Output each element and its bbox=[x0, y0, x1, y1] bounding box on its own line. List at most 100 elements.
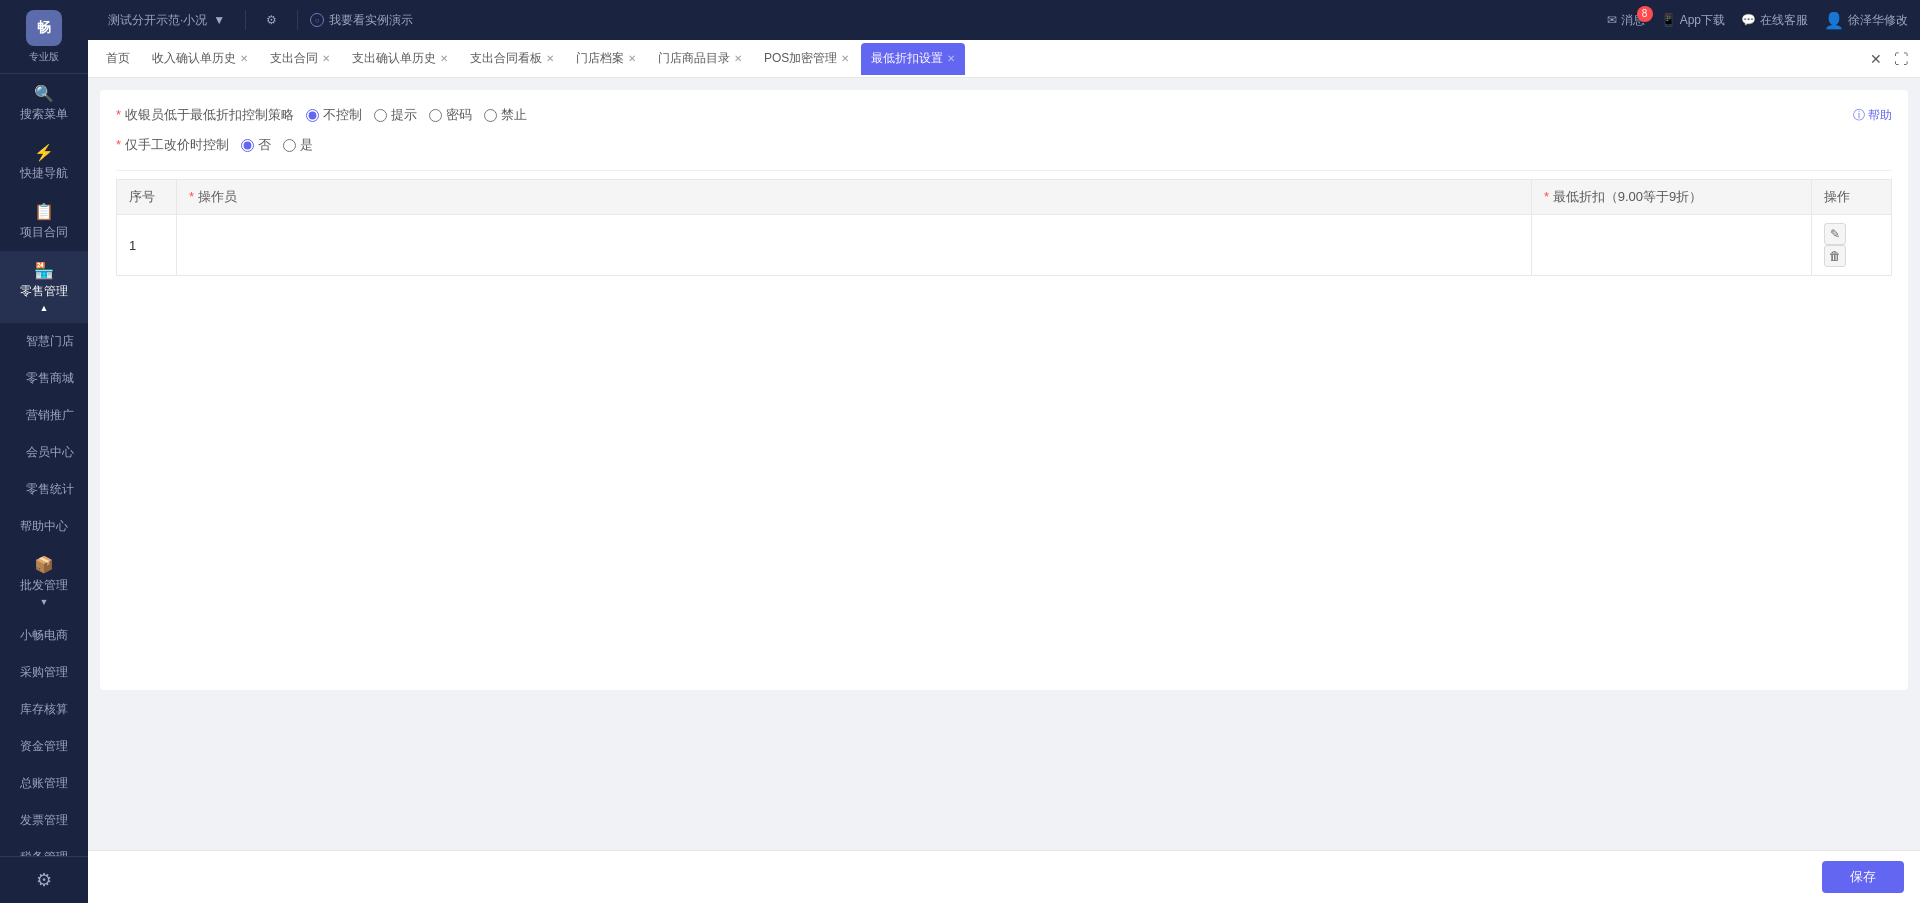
tab-close-icon[interactable]: ✕ bbox=[322, 53, 330, 64]
tab-close-icon[interactable]: ✕ bbox=[628, 53, 636, 64]
table-cell-operator bbox=[177, 215, 1532, 276]
tab-min-discount[interactable]: 最低折扣设置 ✕ bbox=[861, 43, 965, 75]
online-service-icon: 💬 bbox=[1741, 13, 1756, 27]
sidebar-item-marketing[interactable]: 营销推广 bbox=[0, 397, 88, 434]
manual-price-no[interactable]: 否 bbox=[241, 136, 271, 154]
sidebar-item-account-mgmt[interactable]: 总账管理 bbox=[0, 765, 88, 802]
manual-price-yes-label: 是 bbox=[300, 136, 313, 154]
sidebar-item-label: 零售统计 bbox=[26, 481, 74, 498]
settings-button[interactable]: ⚙ bbox=[258, 9, 285, 31]
section-divider bbox=[116, 170, 1892, 171]
tab-close-icon[interactable]: ✕ bbox=[440, 53, 448, 64]
strategy-forbid-radio[interactable] bbox=[484, 109, 497, 122]
sidebar-item-help-center[interactable]: 帮助中心 bbox=[0, 508, 88, 545]
sidebar-item-quick-nav[interactable]: ⚡ 快捷导航 bbox=[0, 133, 88, 192]
tab-income-confirm[interactable]: 收入确认单历史 ✕ bbox=[142, 43, 258, 75]
sidebar-item-label: 会员中心 bbox=[26, 444, 74, 461]
strategy-no-control-radio[interactable] bbox=[306, 109, 319, 122]
strategy-no-control[interactable]: 不控制 bbox=[306, 106, 362, 124]
strategy-password[interactable]: 密码 bbox=[429, 106, 472, 124]
logo-text: 专业版 bbox=[29, 50, 59, 63]
manual-price-yes[interactable]: 是 bbox=[283, 136, 313, 154]
sidebar-item-retail-stats[interactable]: 零售统计 bbox=[0, 471, 88, 508]
form-section: 收银员低于最低折扣控制策略 不控制 提示 密码 bbox=[116, 106, 1892, 154]
row-delete-button[interactable]: 🗑 bbox=[1824, 245, 1846, 267]
tab-payment-confirm[interactable]: 支出确认单历史 ✕ bbox=[342, 43, 458, 75]
sidebar-item-inventory[interactable]: 库存核算 bbox=[0, 691, 88, 728]
save-button[interactable]: 保存 bbox=[1822, 861, 1904, 893]
sidebar-item-label: 零售管理 bbox=[20, 283, 68, 300]
sidebar-item-label: 批发管理 bbox=[20, 577, 68, 594]
sidebar-item-label: 快捷导航 bbox=[20, 165, 68, 182]
strategy-prompt-label: 提示 bbox=[391, 106, 417, 124]
app-download-icon: 📱 bbox=[1661, 13, 1676, 27]
tab-close-icon[interactable]: ✕ bbox=[546, 53, 554, 64]
sidebar-item-retail-mgmt[interactable]: 🏪 零售管理 ▲ bbox=[0, 251, 88, 323]
expand-icon: ▼ bbox=[40, 597, 49, 607]
tab-label: 收入确认单历史 bbox=[152, 50, 236, 67]
sidebar-item-search-menu[interactable]: 🔍 搜索菜单 bbox=[0, 74, 88, 133]
topbar: 测试分开示范·小况 ▼ ⚙ ○ 我要看实例演示 ✉ 消息 8 📱 App下载 bbox=[88, 0, 1920, 40]
help-link[interactable]: ⓘ 帮助 bbox=[1853, 107, 1892, 124]
col-seq-header: 序号 bbox=[117, 180, 177, 215]
tab-close-icon[interactable]: ✕ bbox=[841, 53, 849, 64]
tab-label: 支出合同 bbox=[270, 50, 318, 67]
strategy-no-control-label: 不控制 bbox=[323, 106, 362, 124]
strategy-row: 收银员低于最低折扣控制策略 不控制 提示 密码 bbox=[116, 106, 1892, 124]
tab-home[interactable]: 首页 bbox=[96, 43, 140, 75]
strategy-forbid[interactable]: 禁止 bbox=[484, 106, 527, 124]
project-name: 测试分开示范·小况 bbox=[108, 12, 207, 29]
tab-pos-password[interactable]: POS加密管理 ✕ bbox=[754, 43, 859, 75]
sidebar-item-label: 营销推广 bbox=[26, 407, 74, 424]
strategy-prompt[interactable]: 提示 bbox=[374, 106, 417, 124]
demo-button[interactable]: ○ 我要看实例演示 bbox=[310, 12, 413, 29]
tab-close-icon[interactable]: ✕ bbox=[734, 53, 742, 64]
strategy-forbid-label: 禁止 bbox=[501, 106, 527, 124]
manual-price-row: 仅手工改价时控制 否 是 bbox=[116, 136, 1892, 154]
manual-price-yes-radio[interactable] bbox=[283, 139, 296, 152]
tab-label: 门店档案 bbox=[576, 50, 624, 67]
tab-store-archive[interactable]: 门店档案 ✕ bbox=[566, 43, 646, 75]
col-operator-header: * 操作员 bbox=[177, 180, 1532, 215]
settings-icon[interactable]: ⚙ bbox=[36, 869, 52, 891]
sidebar-item-purchase-mgmt[interactable]: 采购管理 bbox=[0, 654, 88, 691]
app-download-button[interactable]: 📱 App下载 bbox=[1661, 12, 1725, 29]
tab-payment-contract[interactable]: 支出合同 ✕ bbox=[260, 43, 340, 75]
tab-label: 支出确认单历史 bbox=[352, 50, 436, 67]
tab-label: 门店商品目录 bbox=[658, 50, 730, 67]
sidebar-item-wholesale-mgmt[interactable]: 📦 批发管理 ▼ bbox=[0, 545, 88, 617]
strategy-password-label: 密码 bbox=[446, 106, 472, 124]
manual-price-no-radio[interactable] bbox=[241, 139, 254, 152]
tab-close-all-button[interactable]: ✕ bbox=[1866, 51, 1886, 67]
user-profile[interactable]: 👤 徐泽华修改 bbox=[1824, 11, 1908, 30]
sidebar-item-retail-mall[interactable]: 零售商城 bbox=[0, 360, 88, 397]
strategy-prompt-radio[interactable] bbox=[374, 109, 387, 122]
sidebar-item-smart-store[interactable]: 智慧门店 bbox=[0, 323, 88, 360]
sidebar-item-ecommerce[interactable]: 小畅电商 bbox=[0, 617, 88, 654]
tab-close-icon[interactable]: ✕ bbox=[240, 53, 248, 64]
sidebar-item-label: 搜索菜单 bbox=[20, 106, 68, 123]
tab-payment-board[interactable]: 支出合同看板 ✕ bbox=[460, 43, 564, 75]
sidebar-item-invoice-mgmt[interactable]: 发票管理 bbox=[0, 802, 88, 839]
tab-close-icon[interactable]: ✕ bbox=[947, 53, 955, 64]
table-row: 1 ✎ 🗑 bbox=[117, 215, 1892, 276]
help-circle-icon: ⓘ bbox=[1853, 107, 1865, 124]
sidebar-item-tax-mgmt[interactable]: 税务管理 bbox=[0, 839, 88, 856]
project-selector[interactable]: 测试分开示范·小况 ▼ bbox=[100, 8, 233, 33]
tab-label: 首页 bbox=[106, 50, 130, 67]
sidebar-item-member-center[interactable]: 会员中心 bbox=[0, 434, 88, 471]
app-download-label: App下载 bbox=[1680, 12, 1725, 29]
sidebar-item-fund-mgmt[interactable]: 资金管理 bbox=[0, 728, 88, 765]
message-button[interactable]: ✉ 消息 8 bbox=[1607, 12, 1645, 29]
tabs-end-controls: ✕ ⛶ bbox=[1866, 51, 1912, 67]
footer-bar: 保存 bbox=[88, 850, 1920, 903]
message-badge: 8 bbox=[1637, 6, 1653, 22]
row-edit-button[interactable]: ✎ bbox=[1824, 223, 1846, 245]
col-discount-header: * 最低折扣（9.00等于9折） bbox=[1532, 180, 1812, 215]
online-service-button[interactable]: 💬 在线客服 bbox=[1741, 12, 1808, 29]
sidebar-item-project-contract[interactable]: 📋 项目合同 bbox=[0, 192, 88, 251]
strategy-password-radio[interactable] bbox=[429, 109, 442, 122]
sidebar-item-label: 智慧门店 bbox=[26, 333, 74, 350]
tab-store-product[interactable]: 门店商品目录 ✕ bbox=[648, 43, 752, 75]
tab-expand-button[interactable]: ⛶ bbox=[1890, 51, 1912, 67]
